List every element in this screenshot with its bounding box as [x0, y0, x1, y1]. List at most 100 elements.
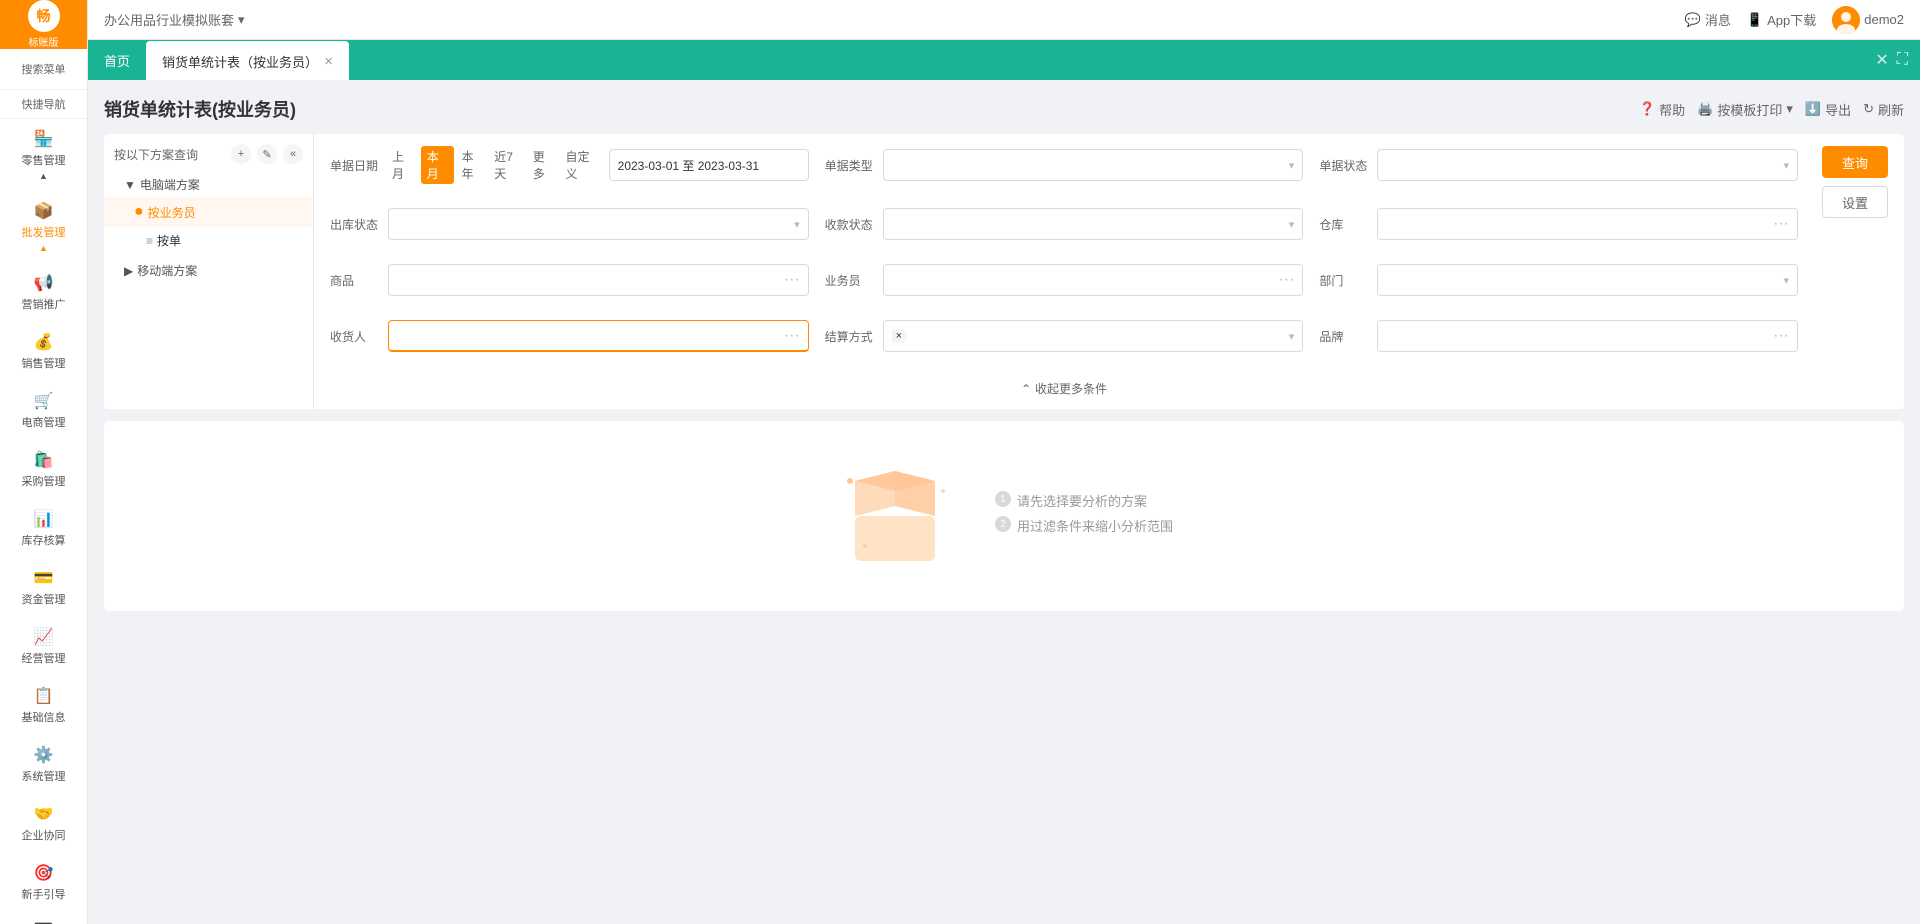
- sidebar-item-finance[interactable]: 💳 资金管理: [0, 558, 87, 617]
- refresh-button[interactable]: ↻ 刷新: [1863, 100, 1904, 119]
- edit-scheme-button[interactable]: ✎: [257, 144, 277, 164]
- custom-date-btn[interactable]: 自定义: [562, 146, 601, 184]
- receipt-status-input[interactable]: ▾: [883, 208, 1304, 240]
- mobile-group-toggle[interactable]: ▶ 移动端方案: [104, 258, 313, 283]
- wholesale-icon: 📦: [34, 201, 54, 221]
- topbar: 办公用品行业模拟账套 ▾ 💬 消息 📱 App下载 demo2: [88, 0, 1920, 40]
- retail-label: 零售管理: [22, 152, 66, 168]
- warehouse-input[interactable]: ···: [1377, 208, 1798, 240]
- sidebar-item-operation[interactable]: 📈 经营管理: [0, 617, 87, 676]
- tab-close-button[interactable]: ✕: [324, 55, 333, 68]
- tab-bar: 首页 销货单统计表（按业务员） ✕ ✕ ⛶: [88, 40, 1920, 80]
- message-button[interactable]: 💬 消息: [1685, 10, 1731, 29]
- settlement-input[interactable]: × ▾: [883, 320, 1304, 352]
- query-button[interactable]: 查询: [1822, 146, 1888, 178]
- sidebar-item-wholesale[interactable]: 📦 批发管理 ▲: [0, 191, 87, 263]
- goods-dots: ···: [784, 271, 800, 289]
- goods-input[interactable]: ···: [388, 264, 809, 296]
- scheme-sub-item-by-order[interactable]: ≡ 按单: [104, 227, 313, 254]
- tab-home-label: 首页: [104, 51, 130, 70]
- goods-label: 商品: [330, 272, 380, 289]
- setting-button[interactable]: 设置: [1822, 186, 1888, 218]
- doc-type-input[interactable]: ▾: [883, 149, 1304, 181]
- main-content: 1 请先选择要分析的方案 2 用过滤条件来缩小分析范围: [104, 421, 1904, 611]
- app-download-icon: 📱: [1747, 12, 1763, 28]
- desktop-group-toggle[interactable]: ▼ 电脑端方案: [104, 172, 313, 197]
- collab-icon: 🤝: [34, 804, 54, 824]
- sidebar-item-newbie[interactable]: 🎯 新手引导: [0, 853, 87, 912]
- user-profile[interactable]: demo2: [1832, 6, 1904, 34]
- collapse-row: ⌃ 收起更多条件: [330, 380, 1798, 397]
- print-button[interactable]: 🖨️ 按模板打印 ▾: [1697, 100, 1793, 119]
- inventory-label: 库存核算: [22, 532, 66, 548]
- sidebar-item-appcenter[interactable]: 🔲 应用中心: [0, 912, 87, 924]
- breadcrumb-text: 办公用品行业模拟账套: [104, 10, 234, 29]
- this-year-btn[interactable]: 本年: [458, 146, 487, 184]
- last-month-btn[interactable]: 上月: [388, 146, 417, 184]
- salesperson-dots: ···: [1278, 271, 1294, 289]
- sidebar: 畅 标账版 搜索菜单 快捷导航 🏪 零售管理 ▲ 📦 批发管理 ▲ 📢 营销推广…: [0, 0, 88, 924]
- ecommerce-label: 电商管理: [22, 414, 66, 430]
- help-button[interactable]: ❓ 帮助: [1639, 100, 1685, 119]
- brand-input[interactable]: ···: [1377, 320, 1798, 352]
- sidebar-item-collab[interactable]: 🤝 企业协同: [0, 794, 87, 853]
- minimize-button[interactable]: ✕: [1875, 50, 1888, 70]
- collapse-button[interactable]: ⌃ 收起更多条件: [1021, 380, 1107, 397]
- date-range-input[interactable]: 2023-03-01 至 2023-03-31: [609, 149, 809, 181]
- purchase-icon: 🛍️: [34, 450, 54, 470]
- sidebar-item-marketing[interactable]: 📢 营销推广: [0, 263, 87, 322]
- doc-type-field: 单据类型 ▾: [825, 149, 1304, 181]
- search-menu-button[interactable]: 搜索菜单: [22, 57, 66, 81]
- sidebar-item-basic[interactable]: 📋 基础信息: [0, 676, 87, 735]
- sidebar-item-sales[interactable]: 💰 销售管理: [0, 322, 87, 381]
- retail-arrow: ▲: [39, 171, 48, 181]
- filter-scheme-header: 按以下方案查询 + ✎ «: [104, 144, 313, 172]
- salesperson-input[interactable]: ···: [883, 264, 1304, 296]
- add-scheme-button[interactable]: +: [231, 144, 251, 164]
- tab-home[interactable]: 首页: [88, 40, 146, 80]
- this-month-btn[interactable]: 本月: [421, 146, 454, 184]
- doc-status-input[interactable]: ▾: [1377, 149, 1798, 181]
- page-actions: ❓ 帮助 🖨️ 按模板打印 ▾ ⬇️ 导出 ↻ 刷新: [1639, 100, 1904, 119]
- collapse-scheme-button[interactable]: «: [283, 144, 303, 164]
- salesperson-scheme-label: 按业务员: [148, 204, 196, 221]
- collapse-label: 收起更多条件: [1035, 380, 1107, 397]
- sidebar-item-system[interactable]: ⚙️ 系统管理: [0, 735, 87, 794]
- app-download-button[interactable]: 📱 App下载: [1747, 10, 1816, 29]
- sales-label: 销售管理: [22, 355, 66, 371]
- empty-hints: 1 请先选择要分析的方案 2 用过滤条件来缩小分析范围: [995, 491, 1173, 541]
- newbie-icon: 🎯: [34, 863, 54, 883]
- sidebar-item-inventory[interactable]: 📊 库存核算: [0, 499, 87, 558]
- sidebar-logo[interactable]: 畅 标账版: [0, 0, 88, 49]
- sidebar-item-purchase[interactable]: 🛍️ 采购管理: [0, 440, 87, 499]
- scheme-item-salesperson[interactable]: ● 按业务员: [104, 197, 313, 227]
- desktop-group-arrow: ▼: [124, 178, 136, 192]
- consignee-input[interactable]: ···: [388, 320, 809, 352]
- breadcrumb-dropdown[interactable]: 办公用品行业模拟账套 ▾: [104, 10, 245, 29]
- topbar-right: 💬 消息 📱 App下载 demo2: [1685, 6, 1904, 34]
- sidebar-item-retail[interactable]: 🏪 零售管理 ▲: [0, 119, 87, 191]
- last-7-days-btn[interactable]: 近7天: [490, 146, 525, 184]
- settlement-tag-x[interactable]: ×: [896, 330, 902, 342]
- empty-hint-1: 1 请先选择要分析的方案: [995, 491, 1173, 510]
- inventory-icon: 📊: [34, 509, 54, 529]
- settlement-field: 结算方式 × ▾: [825, 320, 1304, 352]
- sales-icon: 💰: [34, 332, 54, 352]
- quick-nav-button[interactable]: 快捷导航: [0, 90, 87, 119]
- filter-scheme-title: 按以下方案查询: [114, 146, 198, 163]
- finance-label: 资金管理: [22, 591, 66, 607]
- more-date-btn[interactable]: 更多: [529, 146, 558, 184]
- export-button[interactable]: ⬇️ 导出: [1805, 100, 1851, 119]
- maximize-button[interactable]: ⛶: [1897, 51, 1908, 69]
- department-input[interactable]: ▾: [1377, 264, 1798, 296]
- wholesale-arrow: ▲: [39, 243, 48, 253]
- sidebar-item-ecommerce[interactable]: 🛒 电商管理: [0, 381, 87, 440]
- department-label: 部门: [1319, 272, 1369, 289]
- hint-text-1: 请先选择要分析的方案: [1017, 491, 1147, 510]
- out-status-input[interactable]: ▾: [388, 208, 809, 240]
- page-header: 销货单统计表(按业务员) ❓ 帮助 🖨️ 按模板打印 ▾ ⬇️ 导出 ↻ 刷新: [104, 96, 1904, 122]
- tab-sales-stat[interactable]: 销货单统计表（按业务员） ✕: [146, 41, 349, 81]
- brand-field: 品牌 ···: [1319, 320, 1798, 352]
- topbar-left: 办公用品行业模拟账套 ▾: [104, 10, 245, 29]
- logo-text: 标账版: [29, 34, 59, 49]
